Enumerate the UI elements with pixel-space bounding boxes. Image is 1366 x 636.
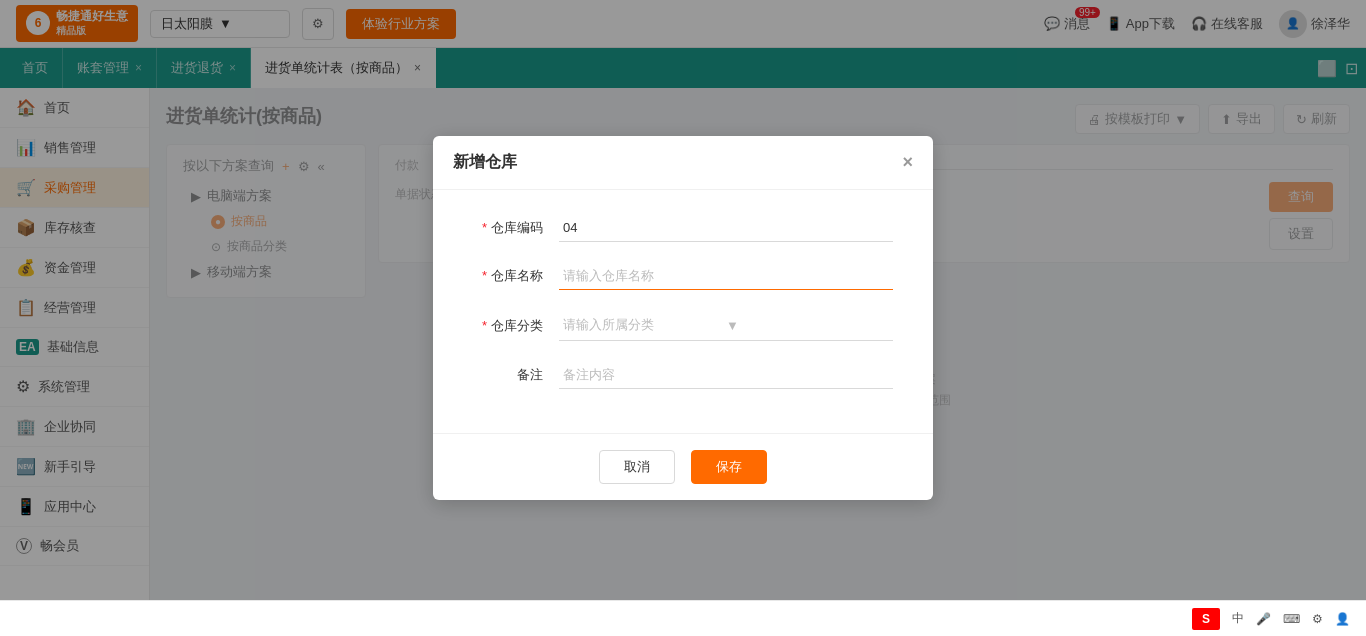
note-label: 备注: [473, 366, 543, 384]
lang-icon: 中: [1232, 610, 1244, 627]
user-bottom-item[interactable]: 👤: [1335, 612, 1350, 626]
bottom-bar: S 中 🎤 ⌨ ⚙ 👤: [0, 600, 1366, 636]
code-input[interactable]: [559, 214, 893, 242]
form-row-name: 仓库名称: [473, 262, 893, 290]
form-row-category: 仓库分类 请输入所属分类 ▼: [473, 310, 893, 341]
modal-overlay: 新增仓库 × 仓库编码 仓库名称 仓库分类 请输入所属分类 ▼: [0, 0, 1366, 636]
category-label: 仓库分类: [473, 317, 543, 335]
code-label: 仓库编码: [473, 219, 543, 237]
modal-body: 仓库编码 仓库名称 仓库分类 请输入所属分类 ▼ 备注: [433, 190, 933, 433]
form-row-note: 备注: [473, 361, 893, 389]
mic-icon: 🎤: [1256, 612, 1271, 626]
form-row-code: 仓库编码: [473, 214, 893, 242]
modal-close-button[interactable]: ×: [902, 152, 913, 173]
save-button[interactable]: 保存: [691, 450, 767, 484]
name-input[interactable]: [559, 262, 893, 290]
lang-item[interactable]: 中: [1232, 610, 1244, 627]
settings-bottom-icon: ⚙: [1312, 612, 1323, 626]
mic-item[interactable]: 🎤: [1256, 612, 1271, 626]
user-bottom-icon: 👤: [1335, 612, 1350, 626]
modal-footer: 取消 保存: [433, 433, 933, 500]
modal-title: 新增仓库: [453, 152, 517, 173]
keyboard-item[interactable]: ⌨: [1283, 612, 1300, 626]
modal-add-warehouse: 新增仓库 × 仓库编码 仓库名称 仓库分类 请输入所属分类 ▼: [433, 136, 933, 500]
settings-bottom-item[interactable]: ⚙: [1312, 612, 1323, 626]
name-label: 仓库名称: [473, 267, 543, 285]
category-select[interactable]: 请输入所属分类 ▼: [559, 310, 893, 341]
s-logo: S: [1192, 608, 1220, 630]
cancel-button[interactable]: 取消: [599, 450, 675, 484]
modal-header: 新增仓库 ×: [433, 136, 933, 190]
category-placeholder: 请输入所属分类: [563, 316, 726, 334]
dropdown-arrow-icon: ▼: [726, 318, 889, 333]
keyboard-icon: ⌨: [1283, 612, 1300, 626]
note-input[interactable]: [559, 361, 893, 389]
